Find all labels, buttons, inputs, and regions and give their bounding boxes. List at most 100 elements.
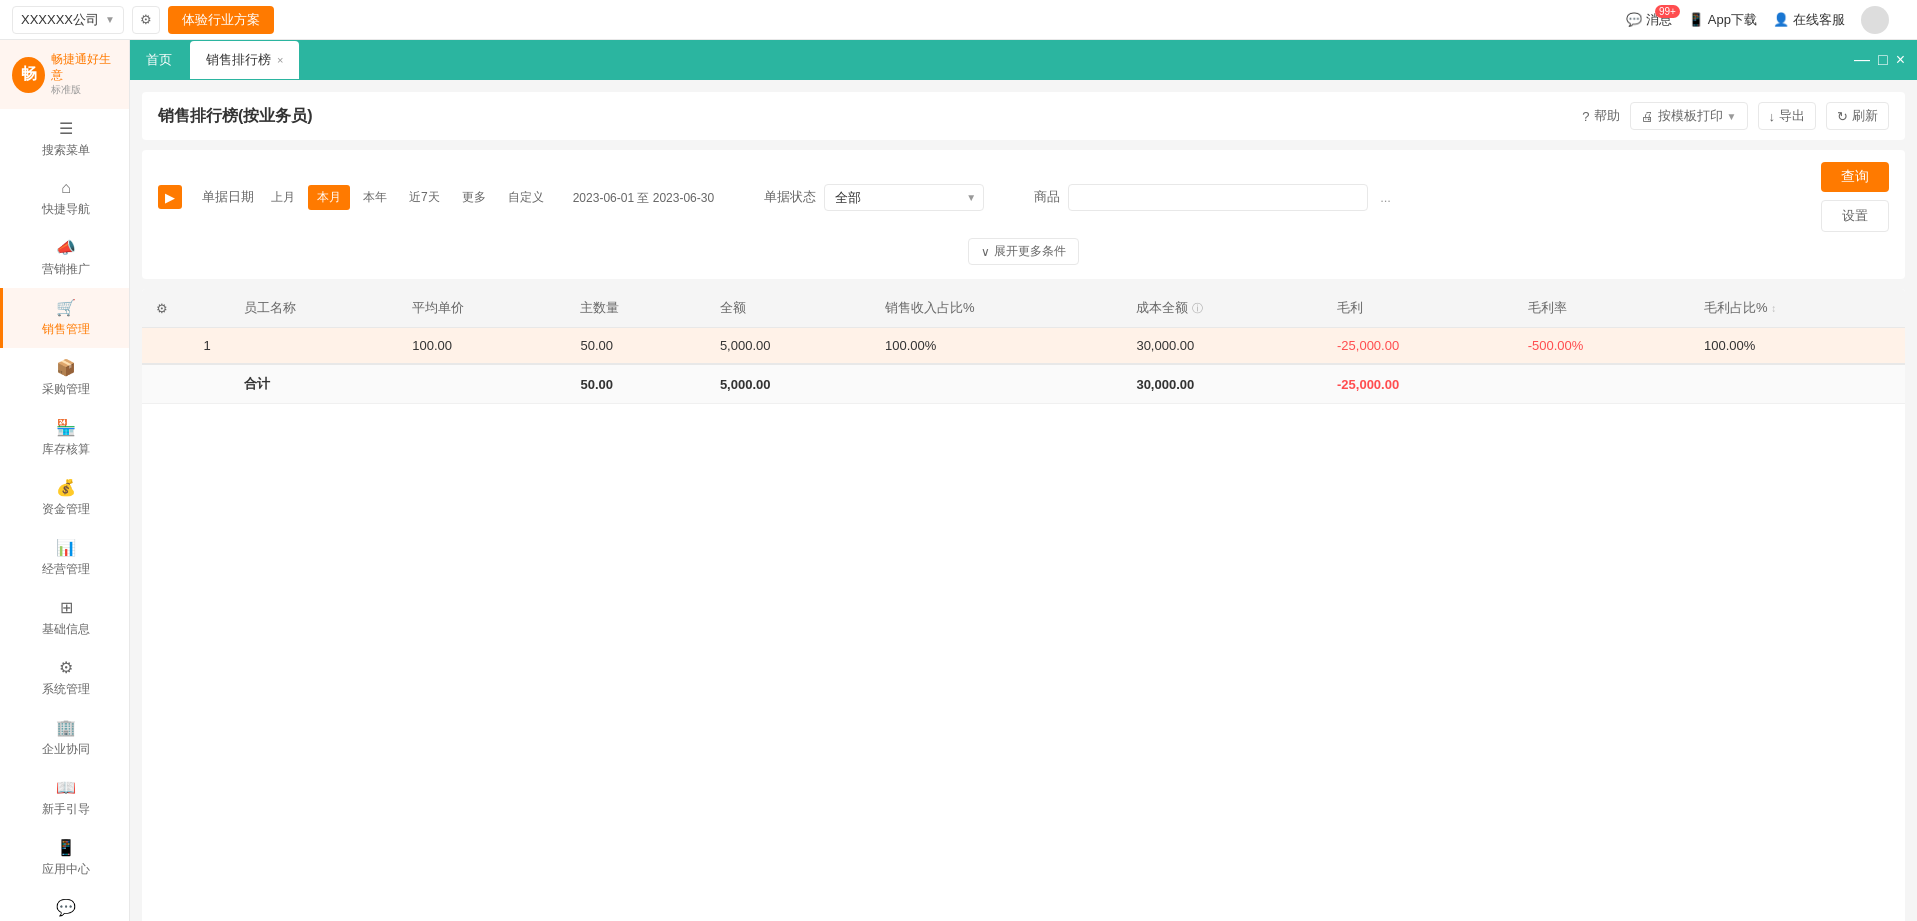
sidebar-label-search-order: 搜索菜单 [42, 142, 90, 159]
expand-more-button[interactable]: ∨ 展开更多条件 [968, 238, 1079, 265]
th-cost: 成本全额 ⓘ [1124, 289, 1325, 328]
message-badge: 99+ [1655, 5, 1680, 18]
sidebar-item-basic[interactable]: ⊞ 基础信息 [0, 588, 129, 648]
tab-close-tab-icon[interactable]: × [1896, 51, 1905, 69]
tab-home[interactable]: 首页 [130, 41, 188, 79]
date-btn-more[interactable]: 更多 [453, 185, 495, 210]
service-label: 在线客服 [1793, 11, 1845, 29]
td-avg-price: 100.00 [400, 328, 568, 365]
company-chevron-icon: ▼ [105, 14, 115, 25]
tab-close-icon[interactable]: × [277, 54, 283, 66]
goods-input[interactable] [1068, 184, 1368, 211]
page-header: 销售排行榜(按业务员) ? 帮助 🖨 按模板打印 ▼ ↓ 导出 [142, 92, 1905, 140]
export-icon: ↓ [1769, 109, 1776, 124]
content-area: 首页 销售排行榜 × — □ × 销售排行榜(按业务员) ? 帮助 [130, 40, 1917, 921]
help-icon: ? [1582, 109, 1589, 124]
tf-gross: -25,000.00 [1325, 364, 1516, 404]
th-gross: 毛利 [1325, 289, 1516, 328]
guide-icon: 📖 [56, 778, 76, 797]
tab-sales-ranking[interactable]: 销售排行榜 × [190, 41, 299, 79]
filter-arrow-icon[interactable]: ▶ [158, 185, 182, 209]
status-select[interactable]: 全部 已审核 未审核 [824, 184, 984, 211]
app-download-button[interactable]: 📱 App下载 [1688, 11, 1757, 29]
tf-settings [142, 364, 182, 404]
search-order-icon: ☰ [59, 119, 73, 138]
sidebar-logo: 畅 畅捷通好生意 标准版 [0, 40, 129, 109]
export-button[interactable]: ↓ 导出 [1758, 102, 1817, 130]
sidebar-item-appstore[interactable]: 📱 应用中心 [0, 828, 129, 888]
sidebar-item-enterprise[interactable]: 🏢 企业协同 [0, 708, 129, 768]
sidebar-item-operations[interactable]: 📊 经营管理 [0, 528, 129, 588]
sidebar-item-purchase[interactable]: 📦 采购管理 [0, 348, 129, 408]
sidebar-item-inventory[interactable]: 🏪 库存核算 [0, 408, 129, 468]
date-btn-this-year[interactable]: 本年 [354, 185, 396, 210]
company-name: XXXXXX公司 [21, 11, 99, 29]
sidebar-label-guide: 新手引导 [42, 801, 90, 818]
trial-button[interactable]: 体验行业方案 [168, 6, 274, 34]
tab-minimize-icon[interactable]: — [1854, 51, 1870, 69]
logo-main-text: 畅捷通好生意 [51, 52, 117, 83]
th-rank [182, 289, 232, 328]
main-layout: 畅 畅捷通好生意 标准版 ☰ 搜索菜单 ⌂ 快捷导航 📣 营销推广 🛒 销售管理 [0, 40, 1917, 921]
settings-icon[interactable]: ⚙ [132, 6, 160, 34]
sidebar-item-finance[interactable]: 💰 资金管理 [0, 468, 129, 528]
td-sales-ratio: 100.00% [873, 328, 1124, 365]
sidebar-item-system[interactable]: ⚙ 系统管理 [0, 648, 129, 708]
print-chevron-icon: ▼ [1727, 111, 1737, 122]
purchase-icon: 📦 [56, 358, 76, 377]
date-range-text: 2023-06-01 至 2023-06-30 [573, 190, 714, 207]
help-button[interactable]: ? 帮助 [1582, 107, 1619, 125]
message-button[interactable]: 💬 消息 99+ [1626, 11, 1672, 29]
sidebar-item-wechat[interactable]: 💬 企业微信 [0, 888, 129, 921]
app-label: App下载 [1708, 11, 1757, 29]
expand-row: ∨ 展开更多条件 [158, 232, 1889, 267]
sidebar-item-shortcut[interactable]: ⌂ 快捷导航 [0, 169, 129, 228]
print-button[interactable]: 🖨 按模板打印 ▼ [1630, 102, 1748, 130]
filter-item-status: 单据状态 全部 已审核 未审核 ▼ [764, 184, 984, 211]
tf-quantity: 50.00 [568, 364, 707, 404]
page-actions: ? 帮助 🖨 按模板打印 ▼ ↓ 导出 ↻ 刷新 [1582, 102, 1889, 130]
inventory-icon: 🏪 [56, 418, 76, 437]
tab-maximize-icon[interactable]: □ [1878, 51, 1888, 69]
tab-bar-actions: — □ × [1854, 51, 1917, 69]
tf-sales-ratio [873, 364, 1124, 404]
gross-ratio-sort-icon[interactable]: ↕ [1771, 303, 1776, 314]
sidebar-item-guide[interactable]: 📖 新手引导 [0, 768, 129, 828]
date-filter-label: 单据日期 [202, 188, 254, 206]
td-row-settings [142, 328, 182, 365]
table-body: 1 100.00 50.00 5,000.00 100.00% 30,000.0… [142, 328, 1905, 365]
query-button[interactable]: 查询 [1821, 162, 1889, 192]
sidebar-label-finance: 资金管理 [42, 501, 90, 518]
th-amount: 全额 [708, 289, 873, 328]
refresh-button[interactable]: ↻ 刷新 [1826, 102, 1889, 130]
goods-more-icon[interactable]: ... [1380, 190, 1391, 205]
tf-label: 合计 [232, 364, 400, 404]
sidebar-item-sales[interactable]: 🛒 销售管理 [0, 288, 129, 348]
app-icon: 📱 [1688, 12, 1704, 27]
date-btn-custom[interactable]: 自定义 [499, 185, 553, 210]
th-gross-ratio: 毛利占比% ↕ [1692, 289, 1905, 328]
date-btn-last-month[interactable]: 上月 [262, 185, 304, 210]
date-btn-this-month[interactable]: 本月 [308, 185, 350, 210]
refresh-label: 刷新 [1852, 107, 1878, 125]
date-btn-7days[interactable]: 近7天 [400, 185, 449, 210]
help-label: 帮助 [1594, 107, 1620, 125]
tab-bar: 首页 销售排行榜 × — □ × [130, 40, 1917, 80]
wechat-icon: 💬 [56, 898, 76, 917]
appstore-icon: 📱 [56, 838, 76, 857]
online-service-button[interactable]: 👤 在线客服 [1773, 11, 1845, 29]
cost-info-icon[interactable]: ⓘ [1192, 302, 1203, 314]
sidebar-label-purchase: 采购管理 [42, 381, 90, 398]
filter-row-1: ▶ 单据日期 上月 本月 本年 近7天 更多 自定义 [158, 162, 1889, 232]
avatar[interactable] [1861, 6, 1889, 34]
tf-cost: 30,000.00 [1124, 364, 1325, 404]
td-gross: -25,000.00 [1325, 328, 1516, 365]
page-settings-button[interactable]: 设置 [1821, 200, 1889, 232]
expand-label: 展开更多条件 [994, 243, 1066, 260]
th-settings[interactable]: ⚙ [142, 289, 182, 328]
sidebar-item-search-order[interactable]: ☰ 搜索菜单 [0, 109, 129, 169]
company-selector[interactable]: XXXXXX公司 ▼ [12, 6, 124, 34]
sidebar-item-marketing[interactable]: 📣 营销推广 [0, 228, 129, 288]
status-filter-label: 单据状态 [764, 188, 816, 206]
td-amount: 5,000.00 [708, 328, 873, 365]
